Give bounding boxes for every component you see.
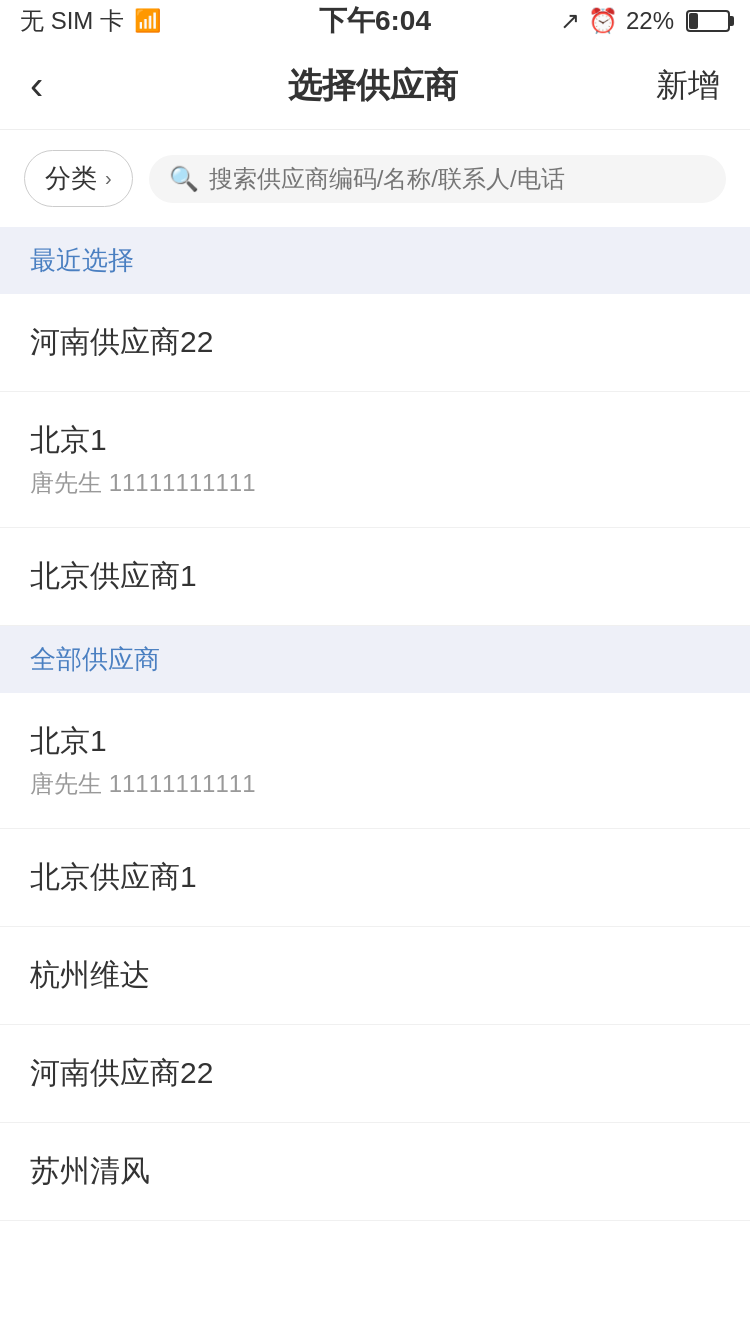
item-detail: 唐先生 11111111111 bbox=[30, 768, 720, 800]
list-item[interactable]: 北京供应商1 bbox=[0, 528, 750, 626]
status-time: 下午6:04 bbox=[319, 2, 431, 40]
add-button[interactable]: 新增 bbox=[656, 64, 720, 108]
search-input[interactable] bbox=[209, 165, 706, 193]
alarm-icon: ⏰ bbox=[588, 7, 618, 35]
item-name: 北京供应商1 bbox=[30, 556, 720, 597]
item-name: 苏州清风 bbox=[30, 1151, 720, 1192]
all-section-label: 全部供应商 bbox=[30, 644, 160, 674]
item-name: 河南供应商22 bbox=[30, 322, 720, 363]
status-bar: 无 SIM 卡 📶 下午6:04 ↗ ⏰ 22% bbox=[0, 0, 750, 42]
list-item[interactable]: 北京供应商1 bbox=[0, 829, 750, 927]
search-icon: 🔍 bbox=[169, 165, 199, 193]
item-name: 北京1 bbox=[30, 721, 720, 762]
list-item[interactable]: 杭州维达 bbox=[0, 927, 750, 1025]
status-right: ↗ ⏰ 22% bbox=[560, 7, 730, 35]
page-title: 选择供应商 bbox=[288, 63, 458, 109]
item-name: 北京1 bbox=[30, 420, 720, 461]
item-name: 杭州维达 bbox=[30, 955, 720, 996]
status-left: 无 SIM 卡 📶 bbox=[20, 5, 161, 37]
all-section-header: 全部供应商 bbox=[0, 626, 750, 693]
recent-section-header: 最近选择 bbox=[0, 227, 750, 294]
list-item[interactable]: 河南供应商22 bbox=[0, 1025, 750, 1123]
battery-icon bbox=[686, 10, 730, 32]
sim-status: 无 SIM 卡 bbox=[20, 5, 124, 37]
list-item[interactable]: 河南供应商22 bbox=[0, 294, 750, 392]
wifi-icon: 📶 bbox=[134, 8, 161, 34]
location-icon: ↗ bbox=[560, 7, 580, 35]
item-name: 北京供应商1 bbox=[30, 857, 720, 898]
recent-items-list: 河南供应商22 北京1 唐先生 11111111111 北京供应商1 bbox=[0, 294, 750, 626]
battery-percent: 22% bbox=[626, 7, 674, 35]
chevron-icon: › bbox=[105, 167, 112, 190]
search-box: 🔍 bbox=[149, 155, 726, 203]
nav-bar: ‹ 选择供应商 新增 bbox=[0, 42, 750, 130]
filter-bar: 分类 › 🔍 bbox=[0, 130, 750, 227]
category-label: 分类 bbox=[45, 161, 97, 196]
list-item[interactable]: 北京1 唐先生 11111111111 bbox=[0, 392, 750, 528]
category-button[interactable]: 分类 › bbox=[24, 150, 133, 207]
list-item[interactable]: 苏州清风 bbox=[0, 1123, 750, 1221]
back-button[interactable]: ‹ bbox=[30, 63, 90, 108]
item-detail: 唐先生 11111111111 bbox=[30, 467, 720, 499]
recent-section-label: 最近选择 bbox=[30, 245, 134, 275]
item-name: 河南供应商22 bbox=[30, 1053, 720, 1094]
all-items-list: 北京1 唐先生 11111111111 北京供应商1 杭州维达河南供应商22 苏州清风 bbox=[0, 693, 750, 1221]
list-item[interactable]: 北京1 唐先生 11111111111 bbox=[0, 693, 750, 829]
